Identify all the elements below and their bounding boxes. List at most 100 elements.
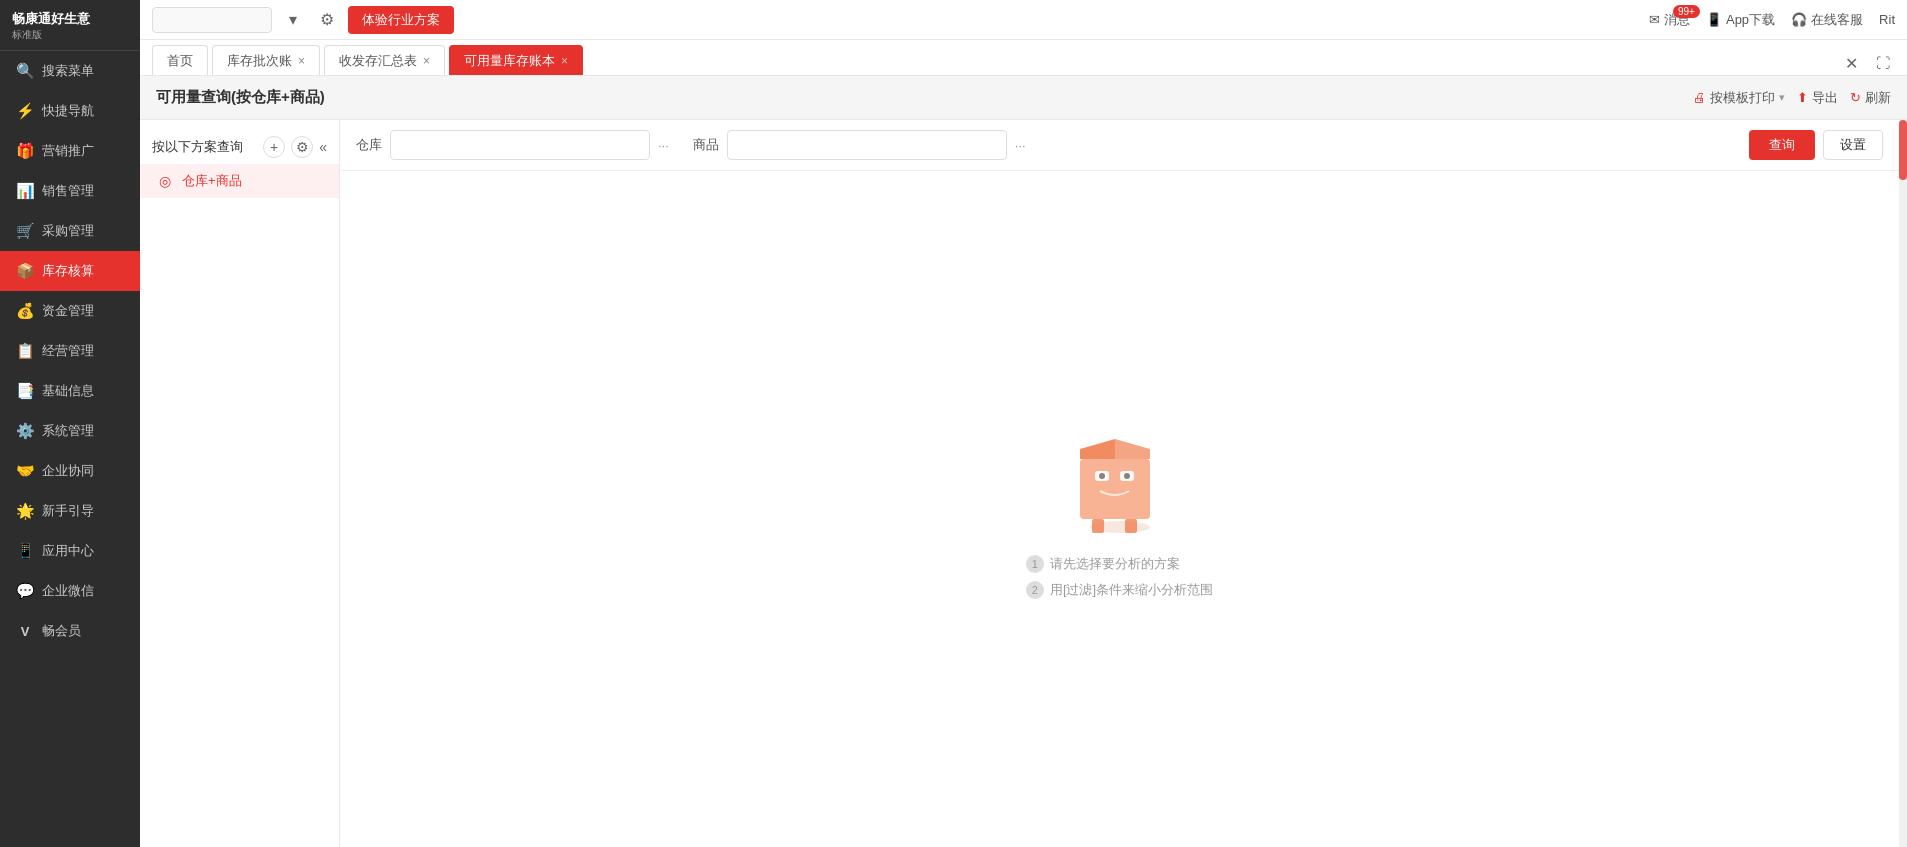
sidebar-item-search[interactable]: 🔍 搜索菜单 (0, 51, 140, 91)
sidebar-item-sales[interactable]: 📊 销售管理 (0, 171, 140, 211)
empty-illustration (1060, 419, 1180, 539)
page-header: 可用量查询(按仓库+商品) 🖨 按模板打印 ▾ ⬆ 导出 ↻ 刷新 (140, 76, 1907, 120)
sidebar-item-purchase[interactable]: 🛒 采购管理 (0, 211, 140, 251)
message-btn[interactable]: ✉ 消息 99+ (1649, 11, 1690, 29)
tab-inventory-summary-close[interactable]: × (423, 54, 430, 68)
filter-bar: 仓库 ··· 商品 ··· 查询 设置 (340, 120, 1899, 171)
empty-hints: 1 请先选择要分析的方案 2 用[过滤]条件来缩小分析范围 (1026, 555, 1213, 599)
collapse-panel-btn[interactable]: « (319, 139, 327, 155)
warehouse-label: 仓库 (356, 136, 382, 154)
add-scheme-btn[interactable]: + (263, 136, 285, 158)
filter-actions: 查询 设置 (1749, 130, 1883, 160)
sidebar-item-label: 基础信息 (42, 382, 94, 400)
tab-batch-account[interactable]: 库存批次账 × (212, 45, 320, 75)
svg-point-6 (1099, 473, 1105, 479)
sidebar-item-newbie[interactable]: 🌟 新手引导 (0, 491, 140, 531)
goods-label: 商品 (693, 136, 719, 154)
tab-available-inventory[interactable]: 可用量库存账本 × (449, 45, 583, 75)
tabs-bar: 首页 库存批次账 × 收发存汇总表 × 可用量库存账本 × ✕ ⛶ (140, 40, 1907, 76)
goods-more-btn[interactable]: ··· (1015, 138, 1026, 153)
logo-title: 畅康通好生意 (12, 10, 128, 28)
user-name[interactable]: Rit (1879, 12, 1895, 27)
svg-point-7 (1124, 473, 1130, 479)
sidebar-item-biz[interactable]: 📋 经营管理 (0, 331, 140, 371)
svg-rect-8 (1092, 519, 1104, 533)
top-bar-left: ▾ ⚙ 体验行业方案 (152, 6, 1641, 34)
dropdown-icon[interactable]: ▾ (280, 7, 306, 33)
tab-close-all-btn[interactable]: ✕ (1839, 51, 1863, 75)
empty-hint-1: 1 请先选择要分析的方案 (1026, 555, 1213, 573)
gear-icon: ⚙️ (16, 422, 34, 440)
cart-icon: 🛒 (16, 222, 34, 240)
tab-home[interactable]: 首页 (152, 45, 208, 75)
print-dropdown-icon[interactable]: ▾ (1779, 91, 1785, 104)
sidebar-item-label: 采购管理 (42, 222, 94, 240)
app-download-label: App下载 (1726, 11, 1775, 29)
search-input[interactable] (152, 7, 272, 33)
scheme-warehouse-goods[interactable]: ◎ 仓库+商品 (140, 164, 339, 198)
sidebar-item-finance[interactable]: 💰 资金管理 (0, 291, 140, 331)
sidebar: 畅康通好生意 标准版 🔍 搜索菜单 ⚡ 快捷导航 🎁 营销推广 📊 销售管理 🛒 (0, 0, 140, 847)
sidebar-item-enterprise[interactable]: 🤝 企业协同 (0, 451, 140, 491)
sidebar-item-system[interactable]: ⚙️ 系统管理 (0, 411, 140, 451)
gift-icon: 🎁 (16, 142, 34, 160)
star-icon: 🌟 (16, 502, 34, 520)
sidebar-item-label: 库存核算 (42, 262, 94, 280)
sidebar-item-wechat[interactable]: 💬 企业微信 (0, 571, 140, 611)
trial-btn[interactable]: 体验行业方案 (348, 6, 454, 34)
app-download-btn[interactable]: 📱 App下载 (1706, 11, 1775, 29)
print-template-btn[interactable]: 🖨 按模板打印 ▾ (1693, 89, 1785, 107)
left-panel-actions: + ⚙ « (263, 136, 327, 158)
clipboard-icon: 📋 (16, 342, 34, 360)
tab-expand-btn[interactable]: ⛶ (1871, 51, 1895, 75)
export-btn[interactable]: ⬆ 导出 (1797, 89, 1838, 107)
sidebar-item-label: 系统管理 (42, 422, 94, 440)
service-icon: 🎧 (1791, 12, 1807, 27)
sidebar-item-label: 资金管理 (42, 302, 94, 320)
sidebar-item-label: 畅会员 (42, 622, 81, 640)
export-icon: ⬆ (1797, 90, 1808, 105)
online-service-btn[interactable]: 🎧 在线客服 (1791, 11, 1863, 29)
sidebar-item-basic[interactable]: 📑 基础信息 (0, 371, 140, 411)
hint-text-1: 请先选择要分析的方案 (1050, 555, 1180, 573)
sidebar-item-shortcuts[interactable]: ⚡ 快捷导航 (0, 91, 140, 131)
sidebar-item-vip[interactable]: V 畅会员 (0, 611, 140, 651)
sidebar-item-label: 企业协同 (42, 462, 94, 480)
sidebar-item-marketing[interactable]: 🎁 营销推广 (0, 131, 140, 171)
print-template-label: 按模板打印 (1710, 89, 1775, 107)
scheme-label: 仓库+商品 (182, 172, 242, 190)
sidebar-item-label: 企业微信 (42, 582, 94, 600)
handshake-icon: 🤝 (16, 462, 34, 480)
logo-sub: 标准版 (12, 28, 128, 42)
sidebar-item-label: 应用中心 (42, 542, 94, 560)
app-icon: 📱 (1706, 12, 1722, 27)
left-panel-header: 按以下方案查询 + ⚙ « (140, 130, 339, 164)
tab-inventory-summary[interactable]: 收发存汇总表 × (324, 45, 445, 75)
settings-gear-icon[interactable]: ⚙ (314, 7, 340, 33)
sidebar-item-inventory[interactable]: 📦 库存核算 (0, 251, 140, 291)
tab-available-inventory-label: 可用量库存账本 (464, 52, 555, 70)
sidebar-item-label: 新手引导 (42, 502, 94, 520)
warehouse-input[interactable] (390, 130, 650, 160)
vip-icon: V (16, 622, 34, 640)
tabs-right-actions: ✕ ⛶ (1839, 51, 1895, 75)
sidebar-item-label: 营销推广 (42, 142, 94, 160)
export-label: 导出 (1812, 89, 1838, 107)
filter-settings-btn[interactable]: 设置 (1823, 130, 1883, 160)
refresh-btn[interactable]: ↻ 刷新 (1850, 89, 1891, 107)
main-area: ▾ ⚙ 体验行业方案 ✉ 消息 99+ 📱 App下载 🎧 在线客服 R (140, 0, 1907, 847)
sidebar-item-app[interactable]: 📱 应用中心 (0, 531, 140, 571)
tab-available-inventory-close[interactable]: × (561, 54, 568, 68)
hint-num-1: 1 (1026, 555, 1044, 573)
warehouse-more-btn[interactable]: ··· (658, 138, 669, 153)
content-area: 按以下方案查询 + ⚙ « ◎ 仓库+商品 仓库 (140, 120, 1907, 847)
hint-num-2: 2 (1026, 581, 1044, 599)
goods-input[interactable] (727, 130, 1007, 160)
right-scrollbar[interactable] (1899, 120, 1907, 847)
page-actions: 🖨 按模板打印 ▾ ⬆ 导出 ↻ 刷新 (1693, 89, 1891, 107)
svg-rect-1 (1080, 459, 1150, 519)
filter-warehouse: 仓库 ··· (356, 130, 669, 160)
scheme-settings-btn[interactable]: ⚙ (291, 136, 313, 158)
query-btn[interactable]: 查询 (1749, 130, 1815, 160)
tab-batch-account-close[interactable]: × (298, 54, 305, 68)
